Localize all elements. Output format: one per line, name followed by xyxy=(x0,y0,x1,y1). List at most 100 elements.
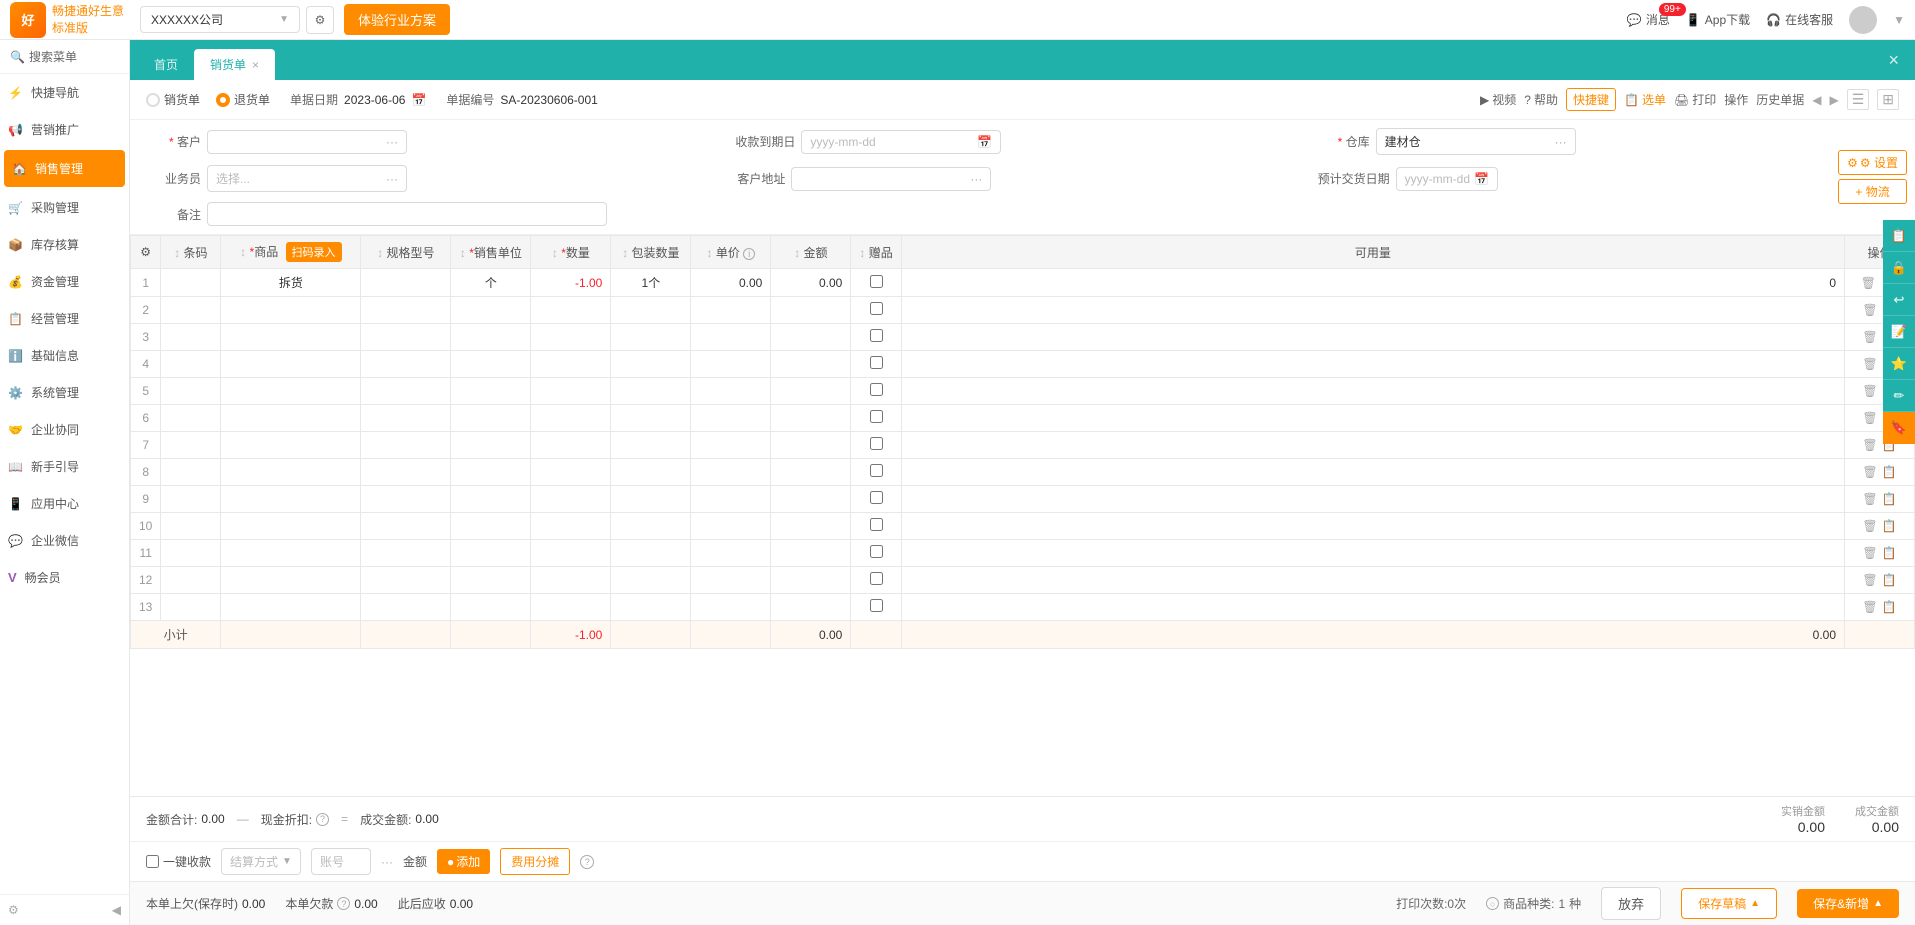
tab-close-icon[interactable]: × xyxy=(252,58,259,72)
sidebar-item-app-center[interactable]: 📱 应用中心 xyxy=(0,485,129,522)
delete-icon[interactable]: 🗑 xyxy=(1862,330,1877,344)
cash-discount-info[interactable]: ? xyxy=(316,813,329,826)
radio-return[interactable]: 退货单 xyxy=(216,91,270,108)
col-barcode: ↕ 条码 xyxy=(161,236,221,269)
calendar-icon[interactable]: 📅 xyxy=(411,93,426,107)
app-download-button[interactable]: 📱 App下载 xyxy=(1686,11,1750,28)
sidebar-collapse-btn[interactable]: ◀ xyxy=(112,903,121,917)
right-panel-btn-3[interactable]: ↩ xyxy=(1883,284,1915,316)
logistics-button[interactable]: + 物流 xyxy=(1838,179,1907,204)
delete-icon[interactable]: 🗑 xyxy=(1862,600,1877,614)
customer-address-input[interactable]: ··· xyxy=(791,167,991,191)
delete-icon[interactable]: 🗑 xyxy=(1862,438,1877,452)
sidebar-search[interactable]: 🔍 搜索菜单 xyxy=(0,40,129,74)
right-panel-btn-1[interactable]: 📋 xyxy=(1883,220,1915,252)
copy-icon[interactable]: 📋 xyxy=(1882,600,1897,614)
more-payment-icon[interactable]: ··· xyxy=(381,855,393,869)
copy-icon[interactable]: 📋 xyxy=(1882,573,1897,587)
customer-input[interactable]: ··· xyxy=(207,130,407,154)
sidebar-item-inventory[interactable]: 📦 库存核算 xyxy=(0,226,129,263)
product-type-icon[interactable]: ○ xyxy=(1486,897,1499,910)
view-list-btn[interactable]: ☰ xyxy=(1847,89,1870,110)
delete-icon[interactable]: 🗑 xyxy=(1862,384,1877,398)
discard-button[interactable]: 放弃 xyxy=(1601,887,1661,920)
settings-icon[interactable]: ⚙ xyxy=(306,6,334,34)
delete-icon[interactable]: 🗑 xyxy=(1862,519,1877,533)
fee-help-icon[interactable]: ? xyxy=(580,855,594,869)
tab-sales-order[interactable]: 销货单 × xyxy=(194,49,275,80)
col-settings[interactable]: ⚙ xyxy=(131,236,161,269)
sidebar-item-enterprise[interactable]: 🤝 企业协同 xyxy=(0,411,129,448)
right-panel-btn-2[interactable]: 🔒 xyxy=(1883,252,1915,284)
sidebar-item-marketing[interactable]: 📢 营销推广 xyxy=(0,111,129,148)
sidebar-item-finance[interactable]: 💰 资金管理 xyxy=(0,263,129,300)
note-input[interactable] xyxy=(207,202,607,226)
delete-row-icon[interactable]: 🗑 xyxy=(1861,276,1876,290)
right-panel-btn-5[interactable]: ⭐ xyxy=(1883,348,1915,380)
user-dropdown-icon[interactable]: ▼ xyxy=(1893,13,1905,27)
salesperson-input[interactable]: 选择... ··· xyxy=(207,165,407,192)
copy-icon[interactable]: 📋 xyxy=(1882,492,1897,506)
right-panel-btn-orange[interactable]: 🔖 xyxy=(1883,412,1915,444)
one-click-payment-checkbox[interactable]: 一键收款 xyxy=(146,853,211,870)
right-panel-btn-6[interactable]: ✏ xyxy=(1883,380,1915,412)
sidebar-item-wechat[interactable]: 💬 企业微信 xyxy=(0,522,129,559)
save-new-button[interactable]: 保存&新增 ▲ xyxy=(1797,889,1899,918)
radio-sale[interactable]: 销货单 xyxy=(146,91,200,108)
settings-button[interactable]: ⚙ ⚙ 设置 xyxy=(1838,150,1907,175)
avatar[interactable] xyxy=(1849,6,1877,34)
bank-account-input[interactable]: 账号 xyxy=(311,848,371,875)
online-service-button[interactable]: 🎧 在线客服 xyxy=(1766,11,1833,28)
price-info-icon[interactable]: i xyxy=(743,248,755,260)
print-btn[interactable]: 🖨 打印 xyxy=(1674,91,1716,108)
help-btn[interactable]: ? 帮助 xyxy=(1524,91,1558,108)
video-btn[interactable]: ▶ 视频 xyxy=(1480,91,1516,108)
table-row: 6🗑📋 xyxy=(131,405,1915,432)
history-btn[interactable]: 历史单据 xyxy=(1756,91,1804,108)
settlement-method-select[interactable]: 结算方式 ▼ xyxy=(221,848,301,875)
delete-icon[interactable]: 🗑 xyxy=(1862,411,1877,425)
delete-icon[interactable]: 🗑 xyxy=(1862,546,1877,560)
copy-icon[interactable]: 📋 xyxy=(1882,519,1897,533)
sidebar-item-basic-info[interactable]: ℹ️ 基础信息 xyxy=(0,337,129,374)
info-icon-owed[interactable]: ? xyxy=(337,897,350,910)
sidebar-item-purchase[interactable]: 🛒 采购管理 xyxy=(0,189,129,226)
operations-btn[interactable]: 操作 xyxy=(1724,91,1748,108)
col-gift: ↕ 赠品 xyxy=(851,236,901,269)
view-grid-btn[interactable]: ⊞ xyxy=(1877,89,1899,110)
sidebar-item-operations[interactable]: 📋 经营管理 xyxy=(0,300,129,337)
add-payment-button[interactable]: ● 添加 xyxy=(437,849,490,874)
calendar-icon: 📅 xyxy=(977,135,992,149)
nav-prev-btn[interactable]: ◀ xyxy=(1812,93,1821,107)
sidebar-item-member[interactable]: V 畅会员 xyxy=(0,559,129,596)
tab-home[interactable]: 首页 xyxy=(138,49,194,80)
sidebar-item-quick-nav[interactable]: ⚡ 快捷导航 xyxy=(0,74,129,111)
payment-date-input[interactable]: yyyy-mm-dd 📅 xyxy=(801,130,1001,154)
warehouse-field: * 仓库 建材仓 ··· ⚙ ⚙ 设置 + 物流 xyxy=(1315,128,1899,155)
save-draft-button[interactable]: 保存草稿 ▲ xyxy=(1681,888,1777,919)
delete-icon[interactable]: 🗑 xyxy=(1862,465,1877,479)
copy-icon[interactable]: 📋 xyxy=(1882,465,1897,479)
sidebar-item-guide[interactable]: 📖 新手引导 xyxy=(0,448,129,485)
expected-delivery-input[interactable]: yyyy-mm-dd 📅 xyxy=(1396,167,1498,191)
scan-input-btn[interactable]: 扫码录入 xyxy=(286,242,342,262)
message-button[interactable]: 💬 消息 99+ xyxy=(1627,11,1670,28)
company-selector[interactable]: XXXXXX公司 ▼ xyxy=(140,6,300,33)
try-industry-button[interactable]: 体验行业方案 xyxy=(344,4,450,35)
nav-next-btn[interactable]: ▶ xyxy=(1829,93,1838,107)
delete-icon[interactable]: 🗑 xyxy=(1862,573,1877,587)
delete-icon[interactable]: 🗑 xyxy=(1862,357,1877,371)
close-all-tabs[interactable]: × xyxy=(1880,50,1907,71)
copy-icon[interactable]: 📋 xyxy=(1882,546,1897,560)
shortcut-btn[interactable]: 快捷键 xyxy=(1566,88,1616,111)
fee-split-button[interactable]: 费用分摊 xyxy=(500,848,570,875)
sidebar-settings-btn[interactable]: ⚙ xyxy=(8,903,19,917)
warehouse-input[interactable]: 建材仓 ··· xyxy=(1376,128,1576,155)
sidebar-item-sales[interactable]: 🏠 销售管理 xyxy=(4,150,125,187)
sidebar-label: 基础信息 xyxy=(31,347,79,364)
right-panel-btn-4[interactable]: 📝 xyxy=(1883,316,1915,348)
sidebar-item-system[interactable]: ⚙️ 系统管理 xyxy=(0,374,129,411)
delete-icon[interactable]: 🗑 xyxy=(1862,492,1877,506)
delete-icon[interactable]: 🗑 xyxy=(1862,303,1877,317)
select-order-btn[interactable]: 📋 选单 xyxy=(1624,91,1666,108)
